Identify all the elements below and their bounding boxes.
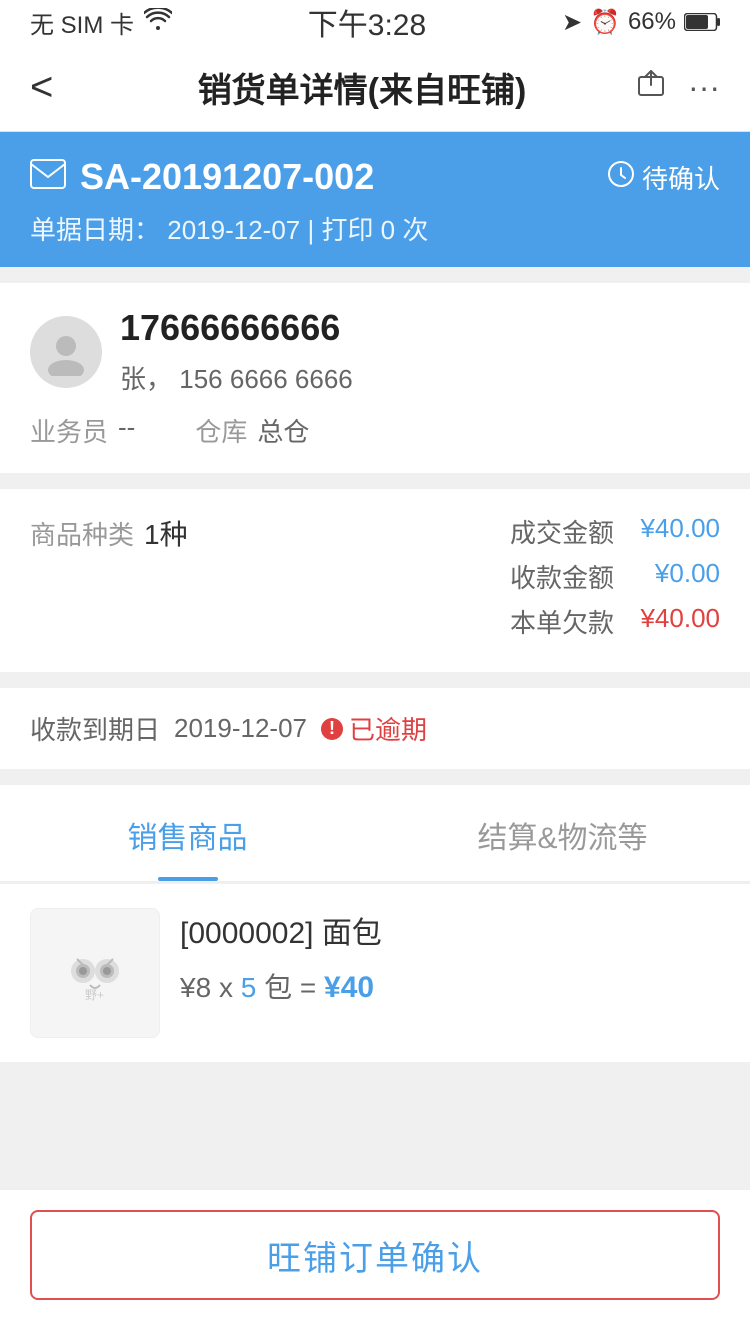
product-name: [0000002] 面包 bbox=[180, 908, 720, 952]
overdue-badge: ! 已逾期 bbox=[321, 710, 427, 747]
product-equals: = bbox=[300, 972, 324, 1003]
summary-right: 成交金额 ¥40.00 收款金额 ¥0.00 本单欠款 ¥40.00 bbox=[510, 513, 720, 648]
order-id-text: SA-20191207-002 bbox=[80, 156, 374, 198]
battery-icon bbox=[684, 13, 720, 31]
collected-amount-value: ¥0.00 bbox=[630, 558, 720, 595]
confirm-order-button[interactable]: 旺铺订单确认 bbox=[30, 1210, 720, 1300]
product-item: 野+ [0000002] 面包 ¥8 x 5 包 = ¥40 bbox=[30, 908, 720, 1038]
order-header: SA-20191207-002 待确认 单据日期： 2019-12-07 | 打… bbox=[0, 132, 750, 267]
tab-sales-products[interactable]: 销售商品 bbox=[0, 785, 375, 881]
avatar bbox=[30, 316, 102, 388]
alarm-icon: ⏰ bbox=[590, 8, 620, 37]
location-icon: ➤ bbox=[562, 8, 582, 37]
order-date-row: 单据日期： 2019-12-07 | 打印 0 次 bbox=[30, 210, 720, 247]
customer-info: 张， 156 6666 6666 bbox=[120, 359, 353, 396]
share-icon[interactable] bbox=[634, 67, 668, 109]
back-button[interactable]: < bbox=[30, 65, 90, 110]
owed-amount-value: ¥40.00 bbox=[630, 603, 720, 640]
status-text: 待确认 bbox=[642, 159, 720, 196]
owed-amount-row: 本单欠款 ¥40.00 bbox=[510, 603, 720, 640]
transaction-amount-label: 成交金额 bbox=[510, 513, 614, 550]
tabs-section: 销售商品 结算&物流等 bbox=[0, 785, 750, 882]
product-multiply: x bbox=[219, 972, 241, 1003]
carrier-text: 无 SIM 卡 bbox=[30, 5, 134, 40]
product-id: [0000002] bbox=[180, 917, 313, 950]
sales-rep-value: -- bbox=[118, 412, 135, 449]
wifi-icon bbox=[144, 8, 172, 37]
svg-text:野+: 野+ bbox=[85, 988, 104, 1002]
customer-section: 17666666666 张， 156 6666 6666 业务员 -- 仓库 总… bbox=[0, 283, 750, 473]
customer-alt-phone: 156 6666 6666 bbox=[179, 364, 353, 394]
order-status: 待确认 bbox=[608, 159, 720, 196]
warehouse-label: 仓库 bbox=[195, 412, 247, 449]
status-time: 下午3:28 bbox=[308, 0, 426, 44]
transaction-amount-row: 成交金额 ¥40.00 bbox=[510, 513, 720, 550]
due-date-section: 收款到期日 2019-12-07 ! 已逾期 bbox=[0, 688, 750, 769]
bottom-bar: 旺铺订单确认 bbox=[0, 1189, 750, 1334]
overdue-text: 已逾期 bbox=[349, 710, 427, 747]
product-unit: 包 bbox=[264, 972, 292, 1003]
tab-sales-label: 销售商品 bbox=[128, 822, 248, 855]
transaction-amount-value: ¥40.00 bbox=[630, 513, 720, 550]
status-bar: 无 SIM 卡 下午3:28 ➤ ⏰ 66% bbox=[0, 0, 750, 44]
product-section: 野+ [0000002] 面包 ¥8 x 5 包 = ¥40 bbox=[0, 884, 750, 1062]
due-date-label: 收款到期日 bbox=[30, 710, 160, 747]
product-price: ¥8 bbox=[180, 972, 211, 1003]
nav-bar: < 销货单详情(来自旺铺) ··· bbox=[0, 44, 750, 132]
nav-actions: ··· bbox=[634, 67, 720, 109]
product-kinds-row: 商品种类 1种 bbox=[30, 513, 188, 553]
tab-settlement-label: 结算&物流等 bbox=[477, 822, 647, 855]
order-envelope-icon bbox=[30, 156, 66, 198]
customer-name: 张 bbox=[120, 364, 146, 394]
sales-rep-label: 业务员 bbox=[30, 412, 108, 449]
print-info: | 打印 0 次 bbox=[307, 215, 428, 245]
product-kinds-label: 商品种类 bbox=[30, 515, 134, 552]
product-total: ¥40 bbox=[324, 971, 374, 1004]
product-price-row: ¥8 x 5 包 = ¥40 bbox=[180, 966, 720, 1006]
product-title: 面包 bbox=[322, 917, 382, 950]
status-left: 无 SIM 卡 bbox=[30, 5, 172, 40]
collected-amount-row: 收款金额 ¥0.00 bbox=[510, 558, 720, 595]
more-icon[interactable]: ··· bbox=[688, 69, 720, 106]
battery-text: 66% bbox=[628, 8, 676, 36]
summary-section: 商品种类 1种 成交金额 ¥40.00 收款金额 ¥0.00 本单欠款 ¥40.… bbox=[0, 489, 750, 672]
product-thumb-inner: 野+ bbox=[55, 943, 135, 1003]
clock-icon bbox=[608, 161, 634, 194]
warehouse-value: 总仓 bbox=[257, 412, 309, 449]
product-info: [0000002] 面包 ¥8 x 5 包 = ¥40 bbox=[180, 908, 720, 1006]
customer-meta: 业务员 -- 仓库 总仓 bbox=[30, 412, 720, 449]
order-id-row: SA-20191207-002 bbox=[30, 156, 374, 198]
product-thumbnail: 野+ bbox=[30, 908, 160, 1038]
owed-amount-label: 本单欠款 bbox=[510, 603, 614, 640]
summary-left: 商品种类 1种 bbox=[30, 513, 188, 553]
product-kinds-value: 1种 bbox=[144, 513, 188, 553]
status-right: ➤ ⏰ 66% bbox=[562, 8, 720, 37]
due-date-value: 2019-12-07 bbox=[174, 713, 307, 744]
page-title: 销货单详情(来自旺铺) bbox=[198, 63, 527, 112]
product-quantity: 5 bbox=[241, 972, 257, 1003]
overdue-icon: ! bbox=[321, 718, 343, 740]
customer-phone: 17666666666 bbox=[120, 307, 353, 349]
order-date: 2019-12-07 bbox=[167, 215, 300, 245]
date-label: 单据日期： bbox=[30, 215, 160, 245]
collected-amount-label: 收款金额 bbox=[510, 558, 614, 595]
tab-settlement[interactable]: 结算&物流等 bbox=[375, 785, 750, 881]
